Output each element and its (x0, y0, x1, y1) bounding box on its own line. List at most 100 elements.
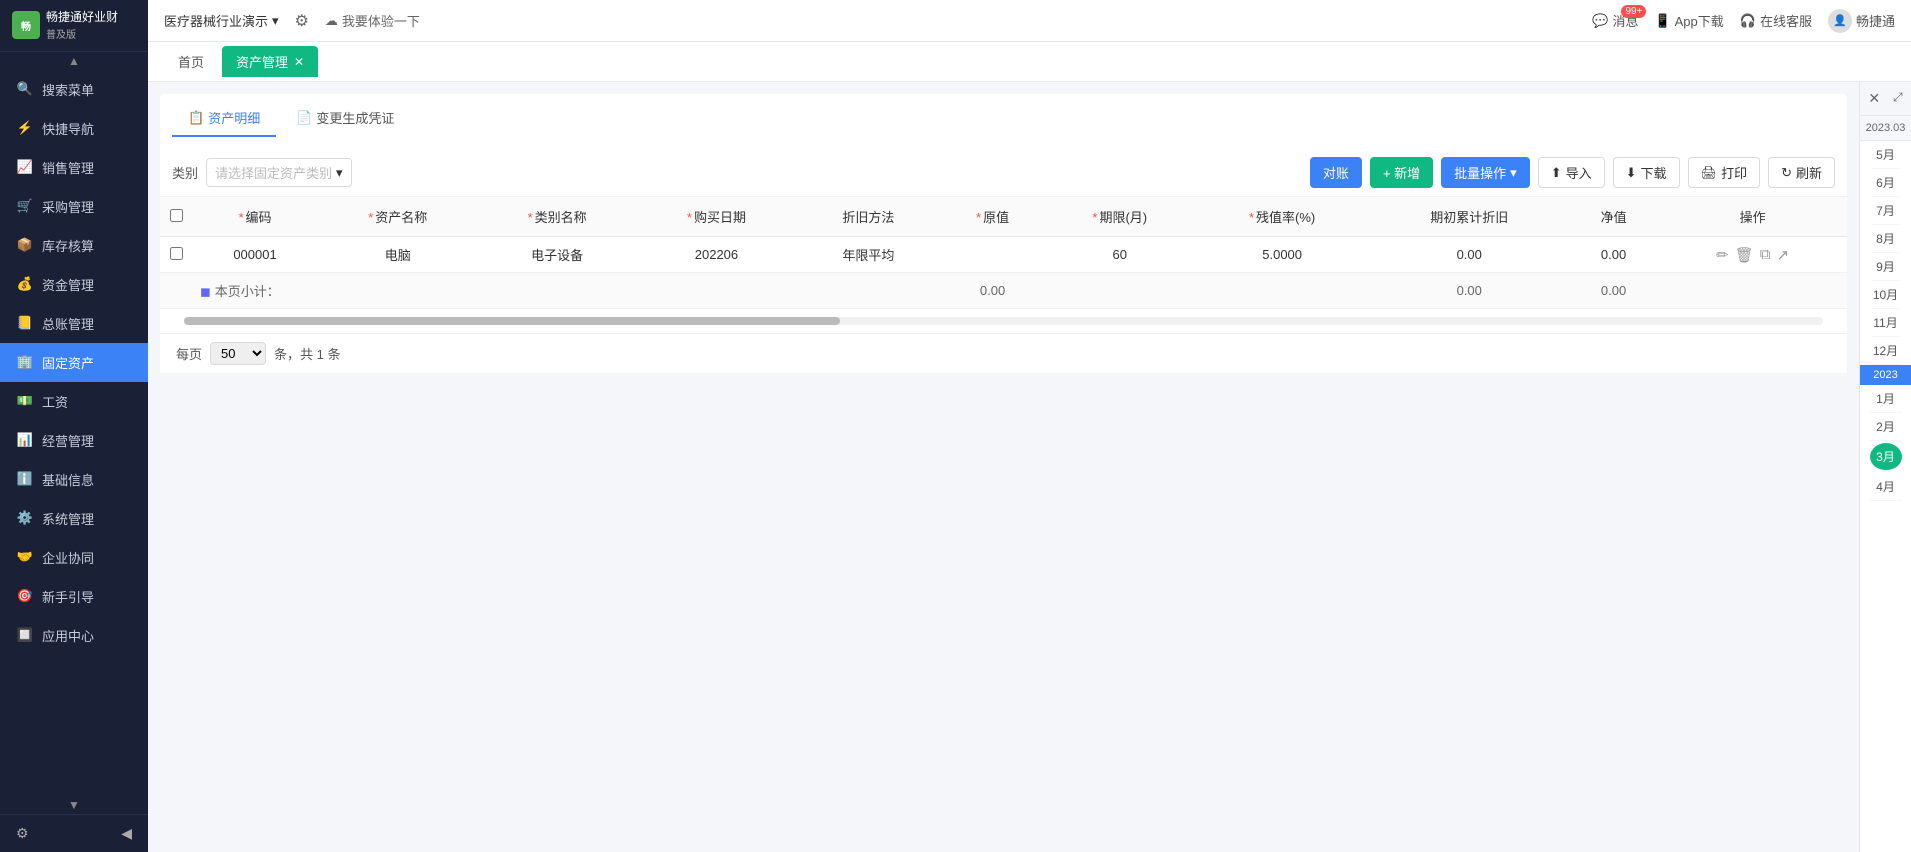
panel-close-button[interactable]: ✕ (1864, 86, 1884, 111)
delete-icon-0[interactable]: 🗑 (1735, 246, 1754, 264)
sidebar-label-0: 搜索菜单 (42, 80, 94, 99)
sidebar-item-应用中心[interactable]: 🔲 应用中心 (0, 616, 148, 655)
th-net-value: 净值 (1569, 197, 1658, 237)
tabbar: 首页 资产管理 ✕ (148, 42, 1911, 82)
company-selector[interactable]: 医疗器械行业演示 ▾ (164, 11, 279, 30)
sidebar-label-8: 工资 (42, 392, 68, 411)
tab-asset-management[interactable]: 资产管理 ✕ (222, 46, 318, 77)
main-area: 医疗器械行业演示 ▾ ⚙ ☁ 我要体验一下 💬 消息 99+ 📱 App下载 🎧… (148, 0, 1911, 852)
main-card: 📋 资产明细 📄 变更生成凭证 类别 请选择固定资产类别 ▾ (160, 94, 1847, 373)
sidebar-item-固定资产[interactable]: 🏢 固定资产 (0, 343, 148, 382)
print-button[interactable]: 🖨 打印 (1688, 157, 1761, 188)
subtotal-net-value: 0.00 (1569, 273, 1658, 309)
panel-controls: ✕ ⤢ (1860, 82, 1911, 116)
experience-link[interactable]: ☁ 我要体验一下 (325, 11, 420, 30)
subtotal-original-value: 0.00 (941, 273, 1045, 309)
sidebar-item-工资[interactable]: 💵 工资 (0, 382, 148, 421)
category-chevron-icon: ▾ (336, 165, 343, 181)
panel-expand-button[interactable]: ⤢ (1889, 86, 1907, 111)
cal-month-4月[interactable]: 4月 (1870, 473, 1902, 501)
subtotal-label: ◼本页小计： (192, 273, 941, 309)
cal-month-11月[interactable]: 11月 (1871, 309, 1900, 337)
refresh-button[interactable]: ↻ 刷新 (1768, 157, 1835, 188)
subtabs: 📋 资产明细 📄 变更生成凭证 (160, 94, 1847, 137)
download-icon: 📱 (1654, 13, 1670, 29)
messages-button[interactable]: 💬 消息 99+ (1592, 11, 1638, 30)
sidebar-item-销售管理[interactable]: 📈 销售管理 (0, 148, 148, 187)
row-checkbox-0[interactable] (170, 247, 183, 260)
chevron-down-icon: ▾ (272, 13, 279, 29)
settings-icon[interactable]: ⚙ (16, 825, 29, 842)
subtotal-initial-depreciation: 0.00 (1369, 273, 1569, 309)
horizontal-scrollbar[interactable] (160, 309, 1847, 333)
sidebar-label-10: 基础信息 (42, 470, 94, 489)
sidebar-bottom: ⚙ ◀ (0, 814, 148, 852)
category-placeholder: 请选择固定资产类别 (215, 163, 332, 182)
calendar-header: 2023.03 (1860, 116, 1911, 141)
sidebar-item-资金管理[interactable]: 💰 资金管理 (0, 265, 148, 304)
import-button[interactable]: ⬆ 导入 (1538, 157, 1605, 188)
sidebar-label-7: 固定资产 (42, 353, 94, 372)
batch-ops-button[interactable]: 批量操作 ▾ (1441, 157, 1530, 188)
copy-icon-0[interactable]: ⧉ (1760, 246, 1771, 264)
pagination: 每页 50 10 20 100 条，共 1 条 (160, 333, 1847, 373)
cal-month-10月[interactable]: 10月 (1871, 281, 1900, 309)
online-service-button[interactable]: 🎧 在线客服 (1740, 11, 1812, 30)
tab-home[interactable]: 首页 (164, 46, 218, 77)
sidebar-item-采购管理[interactable]: 🛒 采购管理 (0, 187, 148, 226)
sidebar-item-基础信息[interactable]: ℹ️ 基础信息 (0, 460, 148, 499)
topbar-right: 💬 消息 99+ 📱 App下载 🎧 在线客服 👤 畅捷通 (1592, 9, 1895, 33)
filter-bar: 类别 请选择固定资产类别 ▾ (172, 158, 352, 187)
message-icon: 💬 (1592, 13, 1608, 29)
tab-close-icon[interactable]: ✕ (294, 55, 304, 69)
cal-month-5月[interactable]: 5月 (1871, 141, 1900, 169)
edit-icon-0[interactable]: ✏ (1716, 246, 1729, 264)
app-download-button[interactable]: 📱 App下载 (1654, 11, 1723, 30)
user-profile[interactable]: 👤 畅捷通 (1828, 9, 1895, 33)
batch-ops-chevron: ▾ (1510, 165, 1517, 181)
sidebar-item-系统管理[interactable]: ⚙️ 系统管理 (0, 499, 148, 538)
cal-month-6月[interactable]: 6月 (1871, 169, 1900, 197)
new-button[interactable]: + 新增 (1370, 157, 1433, 188)
subtab-voucher[interactable]: 📄 变更生成凭证 (280, 102, 410, 137)
settings-button[interactable]: ⚙ (295, 11, 309, 31)
sidebar-header: 畅 畅捷通好业财 普及版 (0, 0, 148, 52)
subtab-asset-detail[interactable]: 📋 资产明细 (172, 102, 276, 137)
table-row: 000001 电脑 电子设备 202206 年限平均 60 5.0000 0.0… (160, 237, 1847, 273)
download-button[interactable]: ⬇ 下载 (1613, 157, 1680, 188)
sidebar-icon-0: 🔍 (16, 80, 34, 98)
sidebar-icon-2: 📈 (16, 158, 34, 176)
select-all-checkbox[interactable] (170, 209, 183, 222)
sidebar-item-新手引导[interactable]: 🎯 新手引导 (0, 577, 148, 616)
sidebar-item-经营管理[interactable]: 📊 经营管理 (0, 421, 148, 460)
cal-month-3月[interactable]: 3月 (1870, 443, 1902, 471)
sidebar-item-快捷导航[interactable]: ⚡ 快捷导航 (0, 109, 148, 148)
cal-month-12月[interactable]: 12月 (1871, 337, 1900, 365)
sidebar-label-12: 企业协同 (42, 548, 94, 567)
sidebar-scroll-up[interactable]: ▲ (0, 52, 148, 70)
cal-month-9月[interactable]: 9月 (1871, 253, 1900, 281)
collapse-icon[interactable]: ◀ (121, 825, 132, 842)
category-filter-select[interactable]: 请选择固定资产类别 ▾ (206, 158, 352, 187)
th-period: *期限(月) (1045, 197, 1195, 237)
reconcile-button[interactable]: 对账 (1310, 157, 1362, 188)
sidebar-item-总账管理[interactable]: 📒 总账管理 (0, 304, 148, 343)
cal-month-2月[interactable]: 2月 (1870, 413, 1902, 441)
cell-depreciation-method-0: 年限平均 (796, 237, 940, 273)
asset-table: *编码 *资产名称 *类别名称 *购买日期 折旧方法 *原值 *期限(月) *残… (160, 197, 1847, 309)
print-icon: 🖨 (1701, 165, 1718, 181)
cal-month-8月[interactable]: 8月 (1871, 225, 1900, 253)
sidebar-icon-7: 🏢 (16, 353, 34, 371)
more-icon-0[interactable]: ↗ (1776, 246, 1789, 264)
cal-month-7月[interactable]: 7月 (1871, 197, 1900, 225)
sidebar-scroll-down[interactable]: ▼ (0, 796, 148, 814)
refresh-icon: ↻ (1781, 165, 1792, 181)
sidebar-item-搜索菜单[interactable]: 🔍 搜索菜单 (0, 70, 148, 109)
cell-period-0: 60 (1045, 237, 1195, 273)
calendar-months-current: 1月2月3月4月 (1870, 385, 1902, 501)
per-page-select[interactable]: 50 10 20 100 (210, 342, 266, 365)
sidebar-item-库存核算[interactable]: 📦 库存核算 (0, 226, 148, 265)
sidebar-item-企业协同[interactable]: 🤝 企业协同 (0, 538, 148, 577)
cal-month-1月[interactable]: 1月 (1870, 385, 1902, 413)
th-residual-rate: *残值率(%) (1195, 197, 1370, 237)
